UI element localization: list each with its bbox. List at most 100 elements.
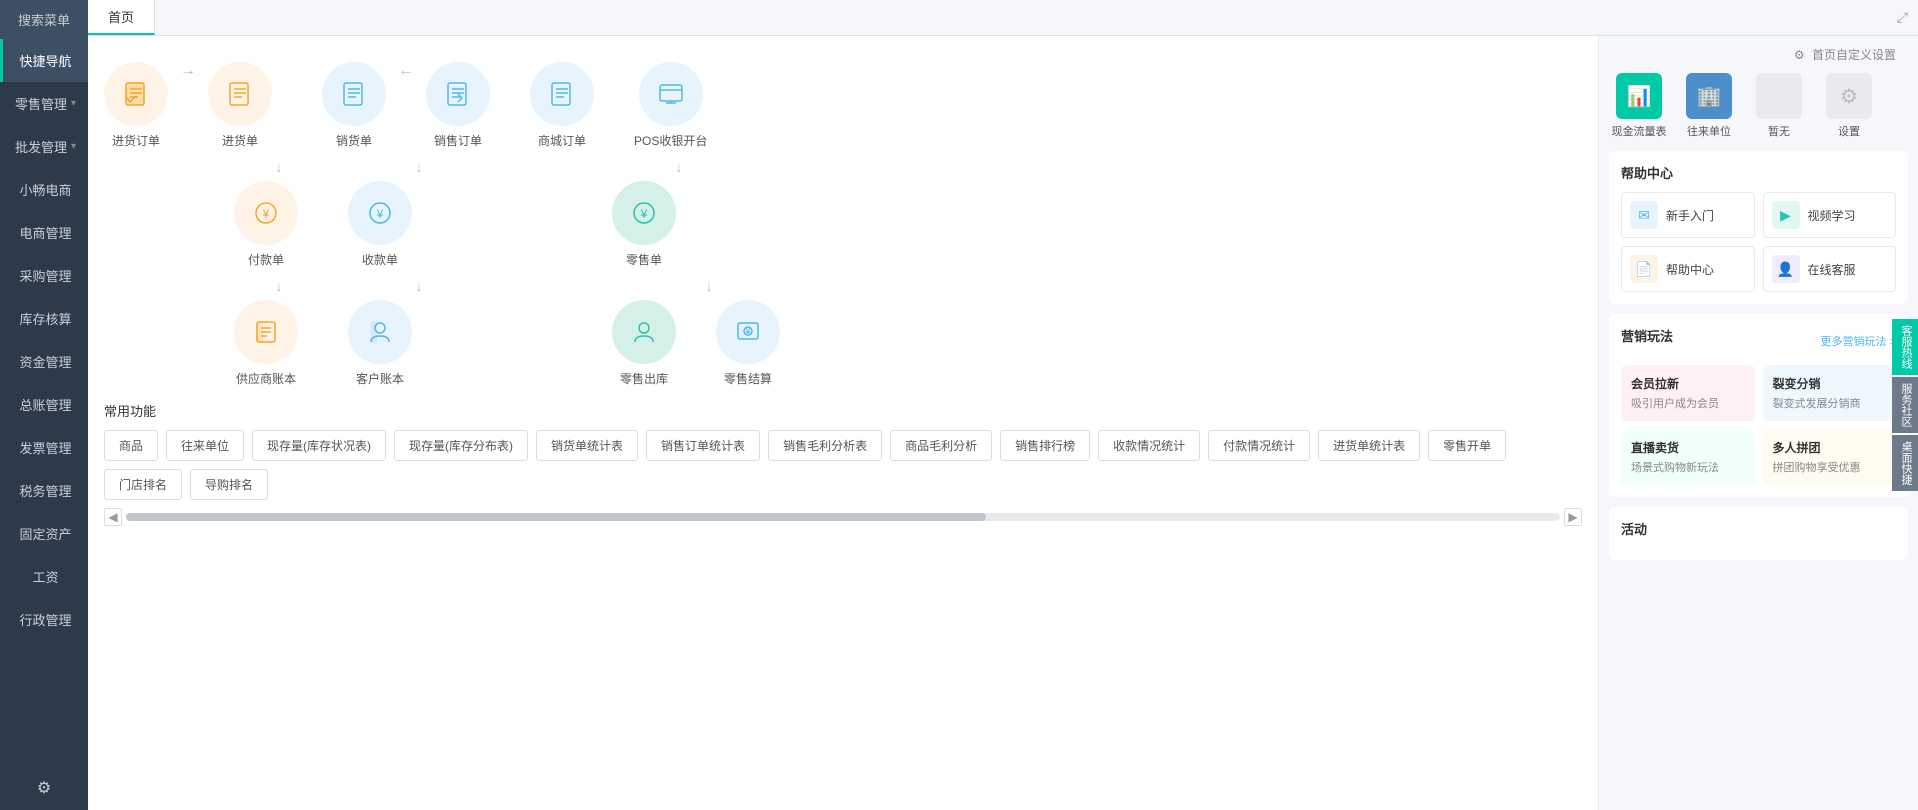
receipt-icon[interactable]: ¥ [348,181,412,245]
payment-icon[interactable]: ¥ [234,181,298,245]
customize-link[interactable]: ⚙ 首页自定义设置 [1794,46,1896,63]
supplier-icon[interactable] [234,300,298,364]
sales-bill-icon[interactable] [322,62,386,126]
func-btn-4[interactable]: 销货单统计表 [536,430,638,461]
tab-home[interactable]: 首页 [88,0,155,35]
func-btn-13[interactable]: 门店排名 [104,469,182,500]
quick-icon-box-1: 🏢 [1686,73,1732,119]
scrollbar-track[interactable] [126,513,1560,521]
func-btn-12[interactable]: 零售开单 [1428,430,1506,461]
float-btn-1[interactable]: 服务社区 [1892,377,1918,433]
func-btn-0[interactable]: 商品 [104,430,158,461]
left-panel: 进货订单 → 进货单 [88,36,1598,810]
sidebar-item-11[interactable]: 固定资产 [0,512,88,555]
sidebar-item-0[interactable]: 快捷导航 [0,39,88,82]
sidebar-item-13[interactable]: 行政管理 [0,598,88,641]
marketing-item-2[interactable]: 直播卖货场景式购物新玩法 [1621,429,1755,485]
func-btn-7[interactable]: 商品毛利分析 [890,430,992,461]
func-btn-6[interactable]: 销售毛利分析表 [768,430,882,461]
retail-settle-label: 零售结算 [724,370,772,387]
func-btn-11[interactable]: 进货单统计表 [1318,430,1420,461]
v-arrow-sales: ↓ [416,153,423,181]
node-sales-order: 销售订单 [426,62,490,149]
more-marketing-link[interactable]: 更多营销玩法 > [1821,333,1896,349]
quick-icon-0[interactable]: 📊 现金流量表 [1609,73,1669,139]
help-label-2: 帮助中心 [1666,261,1714,278]
marketing-item-1[interactable]: 裂变分销裂变式发展分销商 [1763,365,1897,421]
marketing-grid: 会员拉新吸引用户成为会员裂变分销裂变式发展分销商直播卖货场景式购物新玩法多人拼团… [1621,365,1896,485]
float-btn-0[interactable]: 客服热线 [1892,319,1918,375]
node-purchase-bill: 进货单 [208,62,272,149]
quick-icon-3[interactable]: ⚙设置 [1819,73,1879,139]
mall-order-icon[interactable] [530,62,594,126]
help-icon-3: 👤 [1772,255,1800,283]
purchase-bill-icon[interactable] [208,62,272,126]
quick-icon-label-0: 现金流量表 [1612,123,1667,139]
scroll-left-btn[interactable]: ◀ [104,508,122,526]
quick-icon-label-2: 暂无 [1768,123,1790,139]
quick-icon-label-1: 往来单位 [1687,123,1731,139]
customer-icon[interactable] [348,300,412,364]
retail-outstock-icon[interactable] [612,300,676,364]
v-arrow-retail: ↓ [706,272,713,300]
sidebar-item-1[interactable]: 零售管理▾ [0,82,88,125]
node-pos: POS收银开台 [634,62,707,149]
help-center-title: 帮助中心 [1621,163,1896,182]
pos-icon[interactable] [639,62,703,126]
marketing-item-0[interactable]: 会员拉新吸引用户成为会员 [1621,365,1755,421]
retail-icon[interactable]: ¥ [612,181,676,245]
sidebar-item-6[interactable]: 库存核算 [0,297,88,340]
help-item-0[interactable]: ✉新手入门 [1621,192,1755,238]
sidebar-item-10[interactable]: 税务管理 [0,469,88,512]
sidebar-item-2[interactable]: 批发管理▾ [0,125,88,168]
retail-settle-icon[interactable]: ¥ [716,300,780,364]
activity-card: 活动 [1609,507,1908,560]
func-btn-10[interactable]: 付款情况统计 [1208,430,1310,461]
help-item-3[interactable]: 👤在线客服 [1763,246,1897,292]
sidebar-item-5[interactable]: 采购管理 [0,254,88,297]
customize-bar: ⚙ 首页自定义设置 [1609,46,1908,63]
quick-icon-box-3: ⚙ [1826,73,1872,119]
float-btn-2[interactable]: 桌面快捷 [1892,435,1918,491]
content-area: 进货订单 → 进货单 [88,36,1918,810]
quick-icon-box-0: 📊 [1616,73,1662,119]
customer-label: 客户账本 [356,370,404,387]
help-item-1[interactable]: ▶视频学习 [1763,192,1897,238]
help-item-2[interactable]: 📄帮助中心 [1621,246,1755,292]
func-btn-9[interactable]: 收款情况统计 [1098,430,1200,461]
node-sales-bill: 销货单 [322,62,386,149]
sidebar-item-12[interactable]: 工资 [0,555,88,598]
func-btn-2[interactable]: 现存量(库存状况表) [252,430,386,461]
purchase-bill-label: 进货单 [222,132,258,149]
flow-diagram: 进货订单 → 进货单 [104,52,1582,401]
marketing-item-3[interactable]: 多人拼团拼团购物享受优惠 [1763,429,1897,485]
func-btn-1[interactable]: 往来单位 [166,430,244,461]
func-btn-8[interactable]: 销售排行榜 [1000,430,1090,461]
sidebar-item-7[interactable]: 资金管理 [0,340,88,383]
marketing-item-desc-3: 拼团购物享受优惠 [1773,459,1887,475]
help-center-card: 帮助中心 ✉新手入门▶视频学习📄帮助中心👤在线客服 [1609,151,1908,304]
mall-order-label: 商城订单 [538,132,586,149]
func-btn-3[interactable]: 现存量(库存分布表) [394,430,528,461]
sidebar-item-3[interactable]: 小畅电商 [0,168,88,211]
sidebar-item-8[interactable]: 总账管理 [0,383,88,426]
sidebar-item-4[interactable]: 电商管理 [0,211,88,254]
quick-icon-1[interactable]: 🏢 往来单位 [1679,73,1739,139]
marketing-item-title-2: 直播卖货 [1631,439,1745,456]
func-btn-14[interactable]: 导购排名 [190,469,268,500]
arrow-1: → [168,62,208,102]
scrollbar-thumb [126,513,986,521]
func-btn-5[interactable]: 销售订单统计表 [646,430,760,461]
sales-order-icon[interactable] [426,62,490,126]
receipt-label: 收款单 [362,251,398,268]
marketing-item-desc-2: 场景式购物新玩法 [1631,459,1745,475]
settings-button[interactable]: ⚙ [0,766,88,810]
search-menu-button[interactable]: 搜索菜单 [0,0,88,39]
expand-icon[interactable]: ⤢ [1897,9,1908,26]
func-buttons-row1: 商品往来单位现存量(库存状况表)现存量(库存分布表)销货单统计表销售订单统计表销… [104,430,1582,500]
purchase-order-icon[interactable] [104,62,168,126]
v-arrow-receipt: ↓ [416,272,423,300]
scroll-right-btn[interactable]: ▶ [1564,508,1582,526]
quick-icon-2[interactable]: 暂无 [1749,73,1809,139]
sidebar-item-9[interactable]: 发票管理 [0,426,88,469]
